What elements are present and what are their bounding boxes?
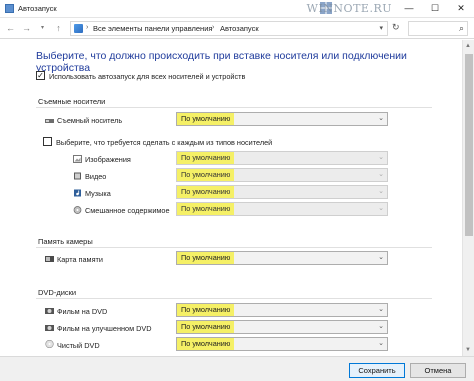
window-title: Автозапуск bbox=[18, 4, 57, 13]
removable-media-section-title: Съемные носители bbox=[38, 97, 106, 106]
media-type-label: Музыка bbox=[85, 189, 111, 198]
watermark-text: WINNOTE.RU bbox=[306, 2, 392, 15]
dialog-footer: Сохранить Отмена bbox=[0, 356, 474, 381]
section-divider bbox=[36, 298, 432, 299]
media-type-label: Смешанное содержимое bbox=[85, 206, 170, 215]
enhanced-dvd-movie-select[interactable]: По умолчанию ⌄ bbox=[176, 320, 388, 334]
maximize-button[interactable]: ☐ bbox=[422, 0, 448, 18]
breadcrumb[interactable]: › Все элементы панели управления › Автоз… bbox=[70, 21, 388, 36]
removable-drive-select[interactable]: По умолчанию ⌄ bbox=[176, 112, 388, 126]
music-icon bbox=[74, 189, 81, 197]
section-divider bbox=[36, 107, 432, 108]
search-icon: ⌕ bbox=[458, 23, 464, 33]
mixed-content-select[interactable]: По умолчанию ⌄ bbox=[176, 202, 388, 216]
address-bar: ← → ▾ ↑ › Все элементы панели управления… bbox=[0, 18, 474, 39]
cancel-button[interactable]: Отмена bbox=[410, 363, 466, 378]
dvd-item-label: Чистый DVD bbox=[57, 341, 100, 350]
images-select[interactable]: По умолчанию ⌄ bbox=[176, 151, 388, 165]
back-arrow-icon[interactable]: ← bbox=[4, 22, 17, 35]
main-content: Выберите, что должно происходить при вст… bbox=[0, 40, 462, 356]
mixed-content-select-value: По умолчанию bbox=[177, 203, 234, 215]
blank-dvd-select[interactable]: По умолчанию ⌄ bbox=[176, 337, 388, 351]
page-title: Выберите, что должно происходить при вст… bbox=[36, 50, 407, 74]
enhanced-dvd-movie-icon bbox=[45, 325, 54, 331]
removable-drive-select-value: По умолчанию bbox=[177, 113, 234, 125]
chevron-down-icon: ⌄ bbox=[378, 171, 384, 178]
save-button[interactable]: Сохранить bbox=[349, 363, 405, 378]
chevron-down-icon: ⌄ bbox=[378, 323, 384, 330]
chevron-down-icon: ⌄ bbox=[378, 188, 384, 195]
music-select-value: По умолчанию bbox=[177, 186, 234, 198]
refresh-icon[interactable]: ↻ bbox=[392, 22, 400, 33]
chevron-down-icon: ⌄ bbox=[378, 306, 384, 313]
dvd-item-label: Фильм на DVD bbox=[57, 307, 108, 316]
blank-dvd-select-value: По умолчанию bbox=[177, 338, 234, 350]
scroll-up-arrow-icon[interactable]: ▲ bbox=[465, 43, 471, 49]
breadcrumb-separator: › bbox=[212, 24, 215, 31]
chevron-down-icon: ⌄ bbox=[378, 254, 384, 261]
scrollbar-thumb[interactable] bbox=[465, 54, 473, 236]
chevron-down-icon: ⌄ bbox=[378, 154, 384, 161]
breadcrumb-separator: › bbox=[86, 24, 89, 31]
music-select[interactable]: По умолчанию ⌄ bbox=[176, 185, 388, 199]
dvd-section-title: DVD-диски bbox=[38, 288, 77, 297]
enhanced-dvd-movie-select-value: По умолчанию bbox=[177, 321, 234, 333]
section-divider bbox=[36, 247, 432, 248]
forward-arrow-icon[interactable]: → bbox=[20, 22, 33, 35]
removable-drive-label: Съемный носитель bbox=[57, 116, 123, 125]
vertical-scrollbar[interactable]: ▲ ▼ bbox=[462, 40, 474, 356]
chevron-down-icon: ⌄ bbox=[378, 115, 384, 122]
mixed-content-icon bbox=[73, 206, 82, 214]
memory-card-select-value: По умолчанию bbox=[177, 252, 234, 264]
dvd-movie-icon bbox=[45, 308, 54, 314]
close-button[interactable]: ✕ bbox=[448, 0, 474, 18]
video-icon bbox=[74, 172, 81, 180]
image-icon bbox=[73, 155, 82, 163]
chevron-down-icon: ⌄ bbox=[378, 205, 384, 212]
address-dropdown-chevron-icon[interactable]: ▾ bbox=[379, 24, 383, 32]
use-autoplay-label: Использовать автозапуск для всех носител… bbox=[49, 72, 246, 81]
blank-dvd-icon bbox=[45, 340, 54, 348]
media-type-label: Изображения bbox=[85, 155, 131, 164]
breadcrumb-autoplay[interactable]: Автозапуск bbox=[220, 24, 259, 33]
dvd-item-label: Фильм на улучшенном DVD bbox=[57, 324, 152, 333]
title-bar: Автозапуск WINNOTE.RU — ☐ ✕ bbox=[0, 0, 474, 18]
minimize-button[interactable]: — bbox=[396, 0, 422, 18]
autoplay-app-icon bbox=[5, 4, 14, 13]
camera-storage-section-title: Память камеры bbox=[38, 237, 93, 246]
video-select-value: По умолчанию bbox=[177, 169, 234, 181]
per-media-type-checkbox[interactable] bbox=[43, 137, 52, 146]
up-arrow-icon[interactable]: ↑ bbox=[52, 22, 65, 35]
dvd-movie-select-value: По умолчанию bbox=[177, 304, 234, 316]
recent-locations-chevron-icon[interactable]: ▾ bbox=[36, 22, 49, 35]
video-select[interactable]: По умолчанию ⌄ bbox=[176, 168, 388, 182]
breadcrumb-all-items[interactable]: Все элементы панели управления bbox=[93, 24, 212, 33]
memory-card-label: Карта памяти bbox=[57, 255, 103, 264]
per-media-type-label: Выберите, что требуется сделать с каждым… bbox=[56, 138, 273, 147]
use-autoplay-checkbox[interactable]: ✓ bbox=[36, 71, 45, 80]
dvd-movie-select[interactable]: По умолчанию ⌄ bbox=[176, 303, 388, 317]
search-input[interactable]: ⌕ bbox=[408, 21, 468, 36]
images-select-value: По умолчанию bbox=[177, 152, 234, 164]
memory-card-select[interactable]: По умолчанию ⌄ bbox=[176, 251, 388, 265]
removable-drive-icon bbox=[45, 119, 54, 123]
chevron-down-icon: ⌄ bbox=[378, 340, 384, 347]
memory-card-icon bbox=[45, 256, 54, 262]
media-type-label: Видео bbox=[85, 172, 107, 181]
scroll-down-arrow-icon[interactable]: ▼ bbox=[465, 347, 471, 353]
control-panel-icon bbox=[74, 24, 83, 33]
